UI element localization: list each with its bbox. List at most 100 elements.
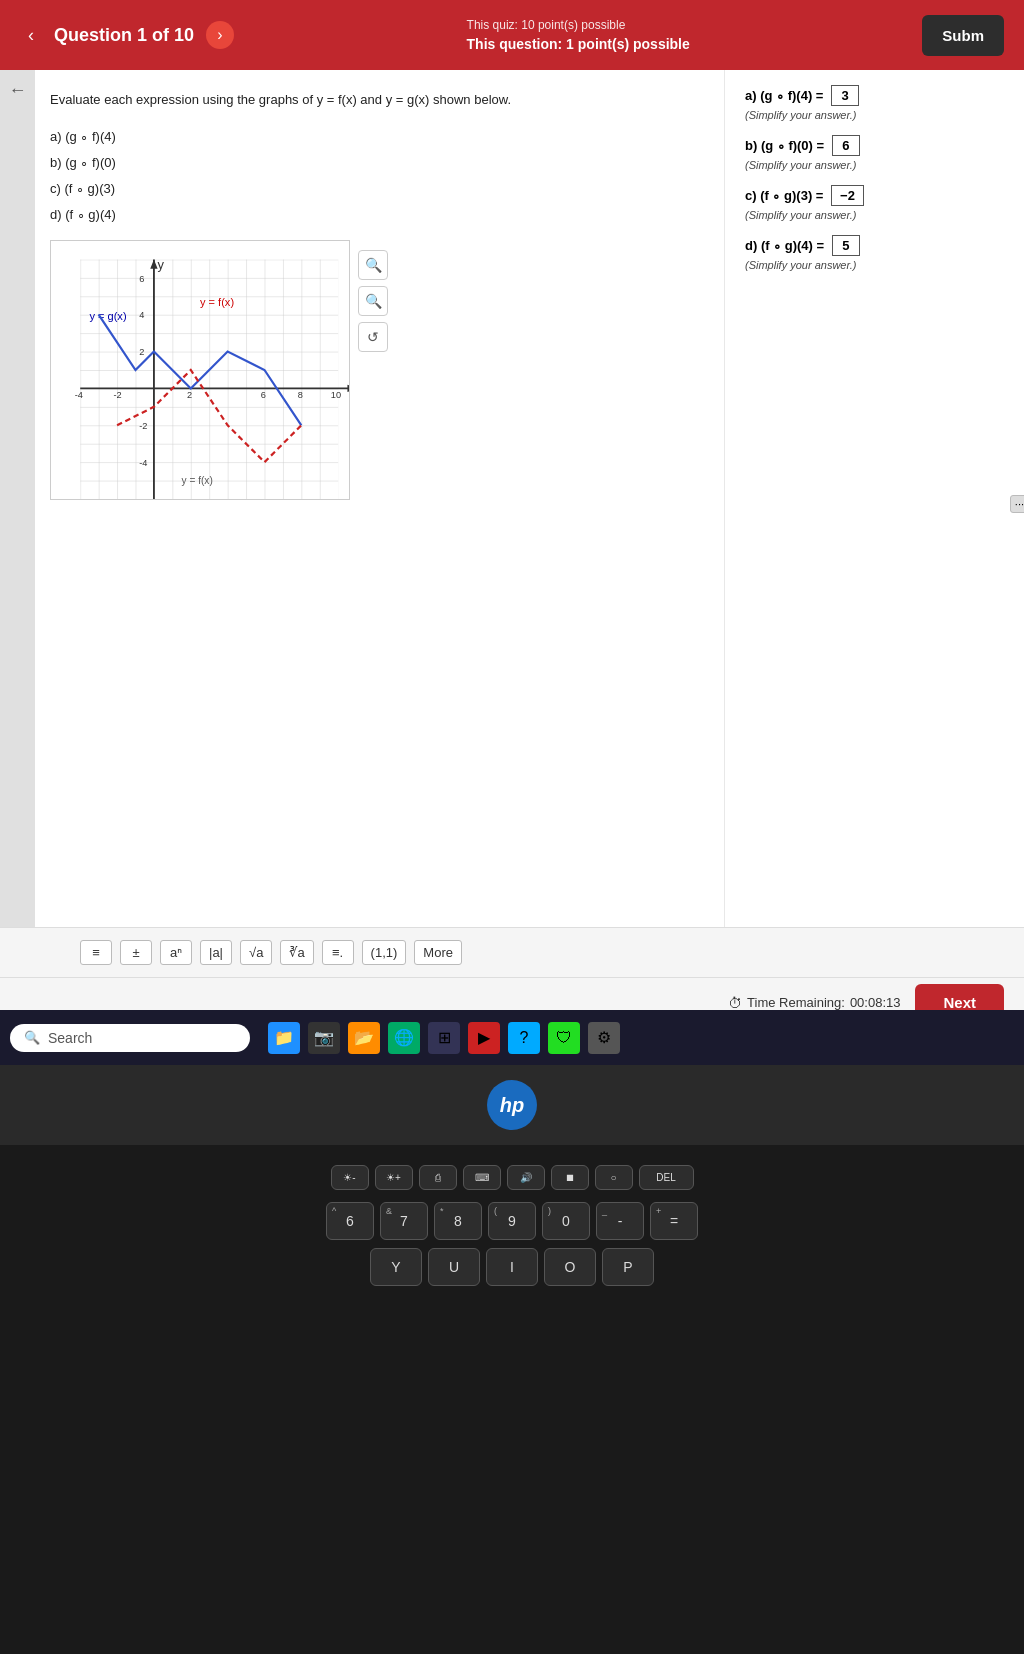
answer-a-value[interactable]: 3 — [831, 85, 859, 106]
question-points: This question: 1 point(s) possible — [467, 34, 690, 55]
key-delete[interactable]: DEL — [639, 1165, 694, 1190]
back-arrow-icon[interactable]: ← — [9, 80, 27, 101]
math-btn-more[interactable]: More — [414, 940, 462, 965]
svg-text:-4: -4 — [75, 389, 83, 399]
svg-text:8: 8 — [298, 389, 303, 399]
math-btn-sqrt[interactable]: √a — [240, 940, 272, 965]
key-p[interactable]: P — [602, 1248, 654, 1286]
keyboard-row-fn: ☀- ☀+ ⎙ ⌨ 🔊 ⏹ ○ DEL — [30, 1165, 994, 1190]
left-sidebar: ← — [0, 70, 35, 927]
svg-text:6: 6 — [261, 389, 266, 399]
header-bar: ‹ Question 1 of 10 › This quiz: 10 point… — [0, 0, 1024, 70]
keyboard-area: ☀- ☀+ ⎙ ⌨ 🔊 ⏹ ○ DEL ^ 6 & 7 * 8 ( 9 ) 0 — [0, 1145, 1024, 1654]
key-fn-brightness-up[interactable]: ☀+ — [375, 1165, 413, 1190]
math-btn-frac[interactable]: ≡ — [80, 940, 112, 965]
timer-label: Time Remaining: — [747, 995, 845, 1010]
key-equals[interactable]: + = — [650, 1202, 698, 1240]
timer-value: 00:08:13 — [850, 995, 901, 1010]
submit-button[interactable]: Subm — [922, 15, 1004, 56]
svg-text:y: y — [158, 256, 165, 271]
svg-marker-3 — [347, 384, 350, 391]
math-btn-dot[interactable]: ≡. — [322, 940, 354, 965]
math-btn-pm[interactable]: ± — [120, 940, 152, 965]
answer-b: b) (g ∘ f)(0) = 6 (Simplify your answer.… — [745, 135, 1004, 171]
taskbar-icon-files[interactable]: 📁 — [268, 1022, 300, 1054]
answer-d-simplify: (Simplify your answer.) — [745, 259, 1004, 271]
svg-text:y = f(x): y = f(x) — [182, 475, 213, 486]
key-8[interactable]: * 8 — [434, 1202, 482, 1240]
svg-text:4: 4 — [139, 310, 144, 320]
zoom-in-button[interactable]: 🔍 — [358, 250, 388, 280]
sub-question-a: a) (g ∘ f)(4) — [50, 124, 709, 150]
question-content: Evaluate each expression using the graph… — [35, 70, 724, 927]
math-btn-abs[interactable]: |a| — [200, 940, 232, 965]
graph-tools: 🔍 🔍 ↺ — [358, 250, 388, 352]
taskbar-icon-camera[interactable]: 📷 — [308, 1022, 340, 1054]
key-fn-brightness-down[interactable]: ☀- — [331, 1165, 369, 1190]
taskbar-icons: 📁 📷 📂 🌐 ⊞ ▶ ? 🛡 ⚙ — [268, 1022, 620, 1054]
taskbar-icon-folder[interactable]: 📂 — [348, 1022, 380, 1054]
search-placeholder: Search — [48, 1030, 92, 1046]
keyboard-row-numbers: ^ 6 & 7 * 8 ( 9 ) 0 _ - + = — [30, 1202, 994, 1240]
keyboard-row-qwerty-bottom: Y U I O P — [30, 1248, 994, 1286]
prev-question-button[interactable]: ‹ — [20, 21, 42, 50]
key-fn-f6[interactable]: ⏹ — [551, 1165, 589, 1190]
sub-questions: a) (g ∘ f)(4) b) (g ∘ f)(0) c) (f ∘ g)(3… — [50, 124, 709, 228]
answers-panel: a) (g ∘ f)(4) = 3 (Simplify your answer.… — [724, 70, 1024, 927]
question-nav: ‹ Question 1 of 10 › — [20, 21, 234, 50]
sub-question-b: b) (g ∘ f)(0) — [50, 150, 709, 176]
key-7[interactable]: & 7 — [380, 1202, 428, 1240]
next-question-arrow[interactable]: › — [206, 21, 234, 49]
answer-b-simplify: (Simplify your answer.) — [745, 159, 1004, 171]
key-y[interactable]: Y — [370, 1248, 422, 1286]
svg-text:y = f(x): y = f(x) — [200, 295, 234, 307]
taskbar-icon-apps[interactable]: ⊞ — [428, 1022, 460, 1054]
key-o[interactable]: O — [544, 1248, 596, 1286]
math-btn-tuple[interactable]: (1,1) — [362, 940, 407, 965]
key-fn-f3[interactable]: ⎙ — [419, 1165, 457, 1190]
taskbar-icon-help[interactable]: ? — [508, 1022, 540, 1054]
taskbar-icon-security[interactable]: 🛡 — [548, 1022, 580, 1054]
function-graph: x y -4 -2 2 6 8 10 6 4 2 -2 -4 y = f(x) — [50, 240, 350, 500]
answer-c-label: c) (f ∘ g)(3) = −2 — [745, 185, 1004, 206]
question-title: Question 1 of 10 — [54, 25, 194, 46]
pan-button[interactable]: ↺ — [358, 322, 388, 352]
answer-d: d) (f ∘ g)(4) = 5 (Simplify your answer.… — [745, 235, 1004, 271]
answer-a: a) (g ∘ f)(4) = 3 (Simplify your answer.… — [745, 85, 1004, 121]
svg-text:2: 2 — [187, 389, 192, 399]
answer-d-label: d) (f ∘ g)(4) = 5 — [745, 235, 1004, 256]
quiz-points: This quiz: 10 point(s) possible — [467, 16, 690, 34]
key-6[interactable]: ^ 6 — [326, 1202, 374, 1240]
answer-a-simplify: (Simplify your answer.) — [745, 109, 1004, 121]
taskbar-icon-app1[interactable]: ▶ — [468, 1022, 500, 1054]
main-content: ← Evaluate each expression using the gra… — [0, 70, 1024, 927]
key-0[interactable]: ) 0 — [542, 1202, 590, 1240]
key-fn-f7[interactable]: ○ — [595, 1165, 633, 1190]
svg-text:-2: -2 — [113, 389, 121, 399]
zoom-out-button[interactable]: 🔍 — [358, 286, 388, 316]
key-minus[interactable]: _ - — [596, 1202, 644, 1240]
key-fn-f4[interactable]: ⌨ — [463, 1165, 501, 1190]
answer-a-label: a) (g ∘ f)(4) = 3 — [745, 85, 1004, 106]
math-btn-cbrt[interactable]: ∛a — [280, 940, 313, 965]
taskbar-icon-browser[interactable]: 🌐 — [388, 1022, 420, 1054]
timer-display: ⏱ Time Remaining: 00:08:13 — [728, 995, 900, 1011]
answer-c-value[interactable]: −2 — [831, 185, 864, 206]
svg-text:2: 2 — [139, 347, 144, 357]
screen: ‹ Question 1 of 10 › This quiz: 10 point… — [0, 0, 1024, 1010]
graph-wrapper: x y -4 -2 2 6 8 10 6 4 2 -2 -4 y = f(x) — [50, 240, 709, 500]
svg-text:-2: -2 — [139, 420, 147, 430]
key-9[interactable]: ( 9 — [488, 1202, 536, 1240]
key-fn-f5[interactable]: 🔊 — [507, 1165, 545, 1190]
answer-b-value[interactable]: 6 — [832, 135, 860, 156]
search-bar[interactable]: 🔍 Search — [10, 1024, 250, 1052]
answer-d-value[interactable]: 5 — [832, 235, 860, 256]
timer-icon: ⏱ — [728, 995, 742, 1011]
key-u[interactable]: U — [428, 1248, 480, 1286]
answer-c-simplify: (Simplify your answer.) — [745, 209, 1004, 221]
math-btn-exp[interactable]: aⁿ — [160, 940, 192, 965]
key-i[interactable]: I — [486, 1248, 538, 1286]
svg-text:-4: -4 — [139, 457, 147, 467]
taskbar-icon-settings[interactable]: ⚙ — [588, 1022, 620, 1054]
hp-logo: hp — [487, 1080, 537, 1130]
